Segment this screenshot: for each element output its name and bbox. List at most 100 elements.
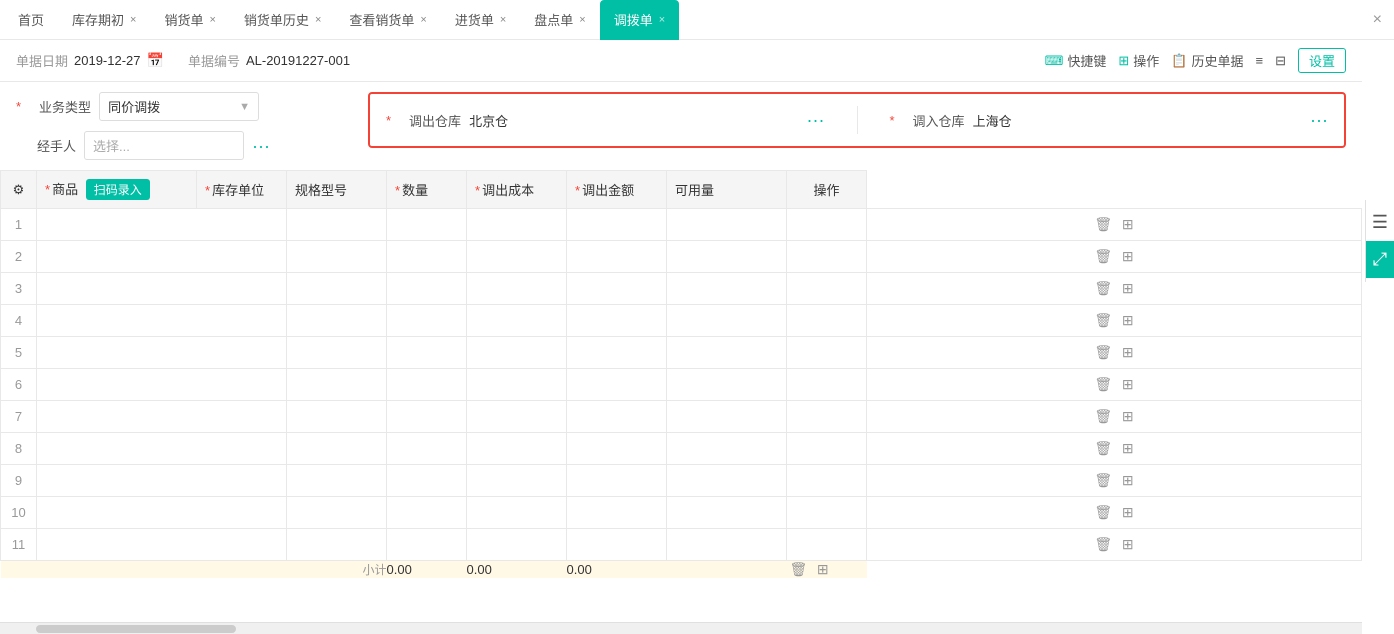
scrollbar-area[interactable]: [0, 622, 1362, 634]
row-amount: [667, 465, 787, 497]
subtotal-copy-icon[interactable]: ⊞: [817, 561, 829, 577]
delete-row-icon[interactable]: 🗑: [1094, 376, 1112, 392]
layout-btn1[interactable]: ≡: [1255, 53, 1263, 68]
copy-row-icon[interactable]: ⊞: [1122, 344, 1134, 360]
unit-header: *库存单位: [197, 171, 287, 209]
layout-btn2[interactable]: ⊟: [1275, 53, 1286, 69]
row-amount: [667, 369, 787, 401]
tab-sales-history[interactable]: 销货单历史 ×: [230, 0, 335, 40]
tab-close-all[interactable]: ×: [1373, 11, 1382, 29]
delete-row-icon[interactable]: 🗑: [1094, 280, 1112, 296]
tab-purchase-order[interactable]: 进货单 ×: [441, 0, 520, 40]
delete-row-icon[interactable]: 🗑: [1094, 248, 1112, 264]
tab-transfer-close[interactable]: ×: [659, 14, 665, 26]
calendar-icon[interactable]: 📅: [147, 52, 164, 69]
tab-inventory-init-close[interactable]: ×: [130, 14, 136, 26]
delete-row-icon[interactable]: 🗑: [1094, 472, 1112, 488]
tab-inventory-count-close[interactable]: ×: [579, 14, 585, 26]
table-row: 11 🗑 ⊞: [1, 529, 1362, 561]
goods-header: *商品 扫码录入: [37, 171, 197, 209]
row-goods[interactable]: [37, 465, 287, 497]
scrollbar-thumb[interactable]: [36, 625, 236, 633]
row-goods[interactable]: [37, 337, 287, 369]
copy-row-icon[interactable]: ⊞: [1122, 472, 1134, 488]
tab-inventory-init[interactable]: 库存期初 ×: [58, 0, 150, 40]
handler-select[interactable]: 选择...: [84, 131, 244, 160]
row-cost: [567, 497, 667, 529]
tab-view-sales-close[interactable]: ×: [420, 14, 426, 26]
copy-row-icon[interactable]: ⊞: [1122, 376, 1134, 392]
row-available: [787, 369, 867, 401]
row-qty: [467, 529, 567, 561]
tab-sales-order-close[interactable]: ×: [209, 14, 215, 26]
transfer-out-item: * 调出仓库 北京仓 ···: [386, 111, 825, 130]
delete-row-icon[interactable]: 🗑: [1094, 344, 1112, 360]
operation-btn[interactable]: ⊞ 操作: [1118, 51, 1159, 70]
delete-row-icon[interactable]: 🗑: [1094, 440, 1112, 456]
delete-row-icon[interactable]: 🗑: [1094, 536, 1112, 552]
row-goods[interactable]: [37, 401, 287, 433]
transfer-out-more-icon[interactable]: ···: [807, 111, 825, 129]
delete-row-icon[interactable]: 🗑: [1094, 216, 1112, 232]
history-label: 历史单据: [1191, 51, 1243, 70]
tab-sales-order[interactable]: 销货单 ×: [150, 0, 229, 40]
right-panel-doc-list-btn[interactable]: ☰: [1366, 204, 1394, 241]
history-btn[interactable]: 📋 历史单据: [1171, 51, 1243, 70]
shortcut-icon: ⌨: [1045, 53, 1064, 69]
row-goods[interactable]: [37, 241, 287, 273]
transfer-in-item: * 调入仓库 上海仓 ···: [890, 111, 1329, 130]
tab-sales-history-label: 销货单历史: [244, 10, 309, 29]
row-number: 6: [1, 369, 37, 401]
row-goods[interactable]: [37, 209, 287, 241]
right-panel-expand-btn[interactable]: ⤢: [1366, 241, 1394, 278]
history-icon: 📋: [1171, 53, 1187, 69]
table-row: 3 🗑 ⊞: [1, 273, 1362, 305]
row-goods[interactable]: [37, 369, 287, 401]
row-qty: [467, 209, 567, 241]
tab-home[interactable]: 首页: [4, 0, 58, 40]
delete-row-icon[interactable]: 🗑: [1094, 312, 1112, 328]
subtotal-delete-icon[interactable]: 🗑: [790, 561, 808, 577]
transfer-in-more-icon[interactable]: ···: [1310, 111, 1328, 129]
row-qty: [467, 337, 567, 369]
tab-view-sales[interactable]: 查看销货单 ×: [335, 0, 440, 40]
business-type-value: 同价调拨: [108, 97, 160, 116]
business-type-select[interactable]: 同价调拨 ▼: [99, 92, 259, 121]
row-spec: [387, 465, 467, 497]
row-actions: 🗑 ⊞: [867, 337, 1362, 369]
row-goods[interactable]: [37, 273, 287, 305]
business-type-arrow-icon: ▼: [239, 101, 250, 113]
tab-purchase-order-close[interactable]: ×: [500, 14, 506, 26]
copy-row-icon[interactable]: ⊞: [1122, 312, 1134, 328]
row-goods[interactable]: [37, 305, 287, 337]
row-goods[interactable]: [37, 529, 287, 561]
scan-button[interactable]: 扫码录入: [86, 179, 150, 200]
copy-row-icon[interactable]: ⊞: [1122, 216, 1134, 232]
gear-header[interactable]: ⚙: [1, 171, 37, 209]
table-row: 2 🗑 ⊞: [1, 241, 1362, 273]
setting-button[interactable]: 设置: [1298, 48, 1346, 73]
copy-row-icon[interactable]: ⊞: [1122, 248, 1134, 264]
row-goods[interactable]: [37, 497, 287, 529]
row-qty: [467, 241, 567, 273]
tab-transfer[interactable]: 调拨单 ×: [600, 0, 679, 40]
tab-transfer-label: 调拨单: [614, 10, 653, 29]
copy-row-icon[interactable]: ⊞: [1122, 536, 1134, 552]
delete-row-icon[interactable]: 🗑: [1094, 504, 1112, 520]
row-goods[interactable]: [37, 433, 287, 465]
tab-inventory-count[interactable]: 盘点单 ×: [520, 0, 599, 40]
subtotal-cost: 0.00: [467, 561, 567, 579]
warehouse-divider: [857, 106, 858, 134]
row-available: [787, 465, 867, 497]
handler-more-icon[interactable]: ···: [252, 137, 270, 155]
delete-row-icon[interactable]: 🗑: [1094, 408, 1112, 424]
copy-row-icon[interactable]: ⊞: [1122, 504, 1134, 520]
doc-list-icon: ☰: [1372, 212, 1388, 233]
shortcut-btn[interactable]: ⌨ 快捷键: [1045, 51, 1107, 70]
row-unit: [287, 337, 387, 369]
copy-row-icon[interactable]: ⊞: [1122, 408, 1134, 424]
copy-row-icon[interactable]: ⊞: [1122, 440, 1134, 456]
tab-sales-history-close[interactable]: ×: [315, 14, 321, 26]
transfer-out-value: 北京仓: [469, 111, 508, 130]
copy-row-icon[interactable]: ⊞: [1122, 280, 1134, 296]
